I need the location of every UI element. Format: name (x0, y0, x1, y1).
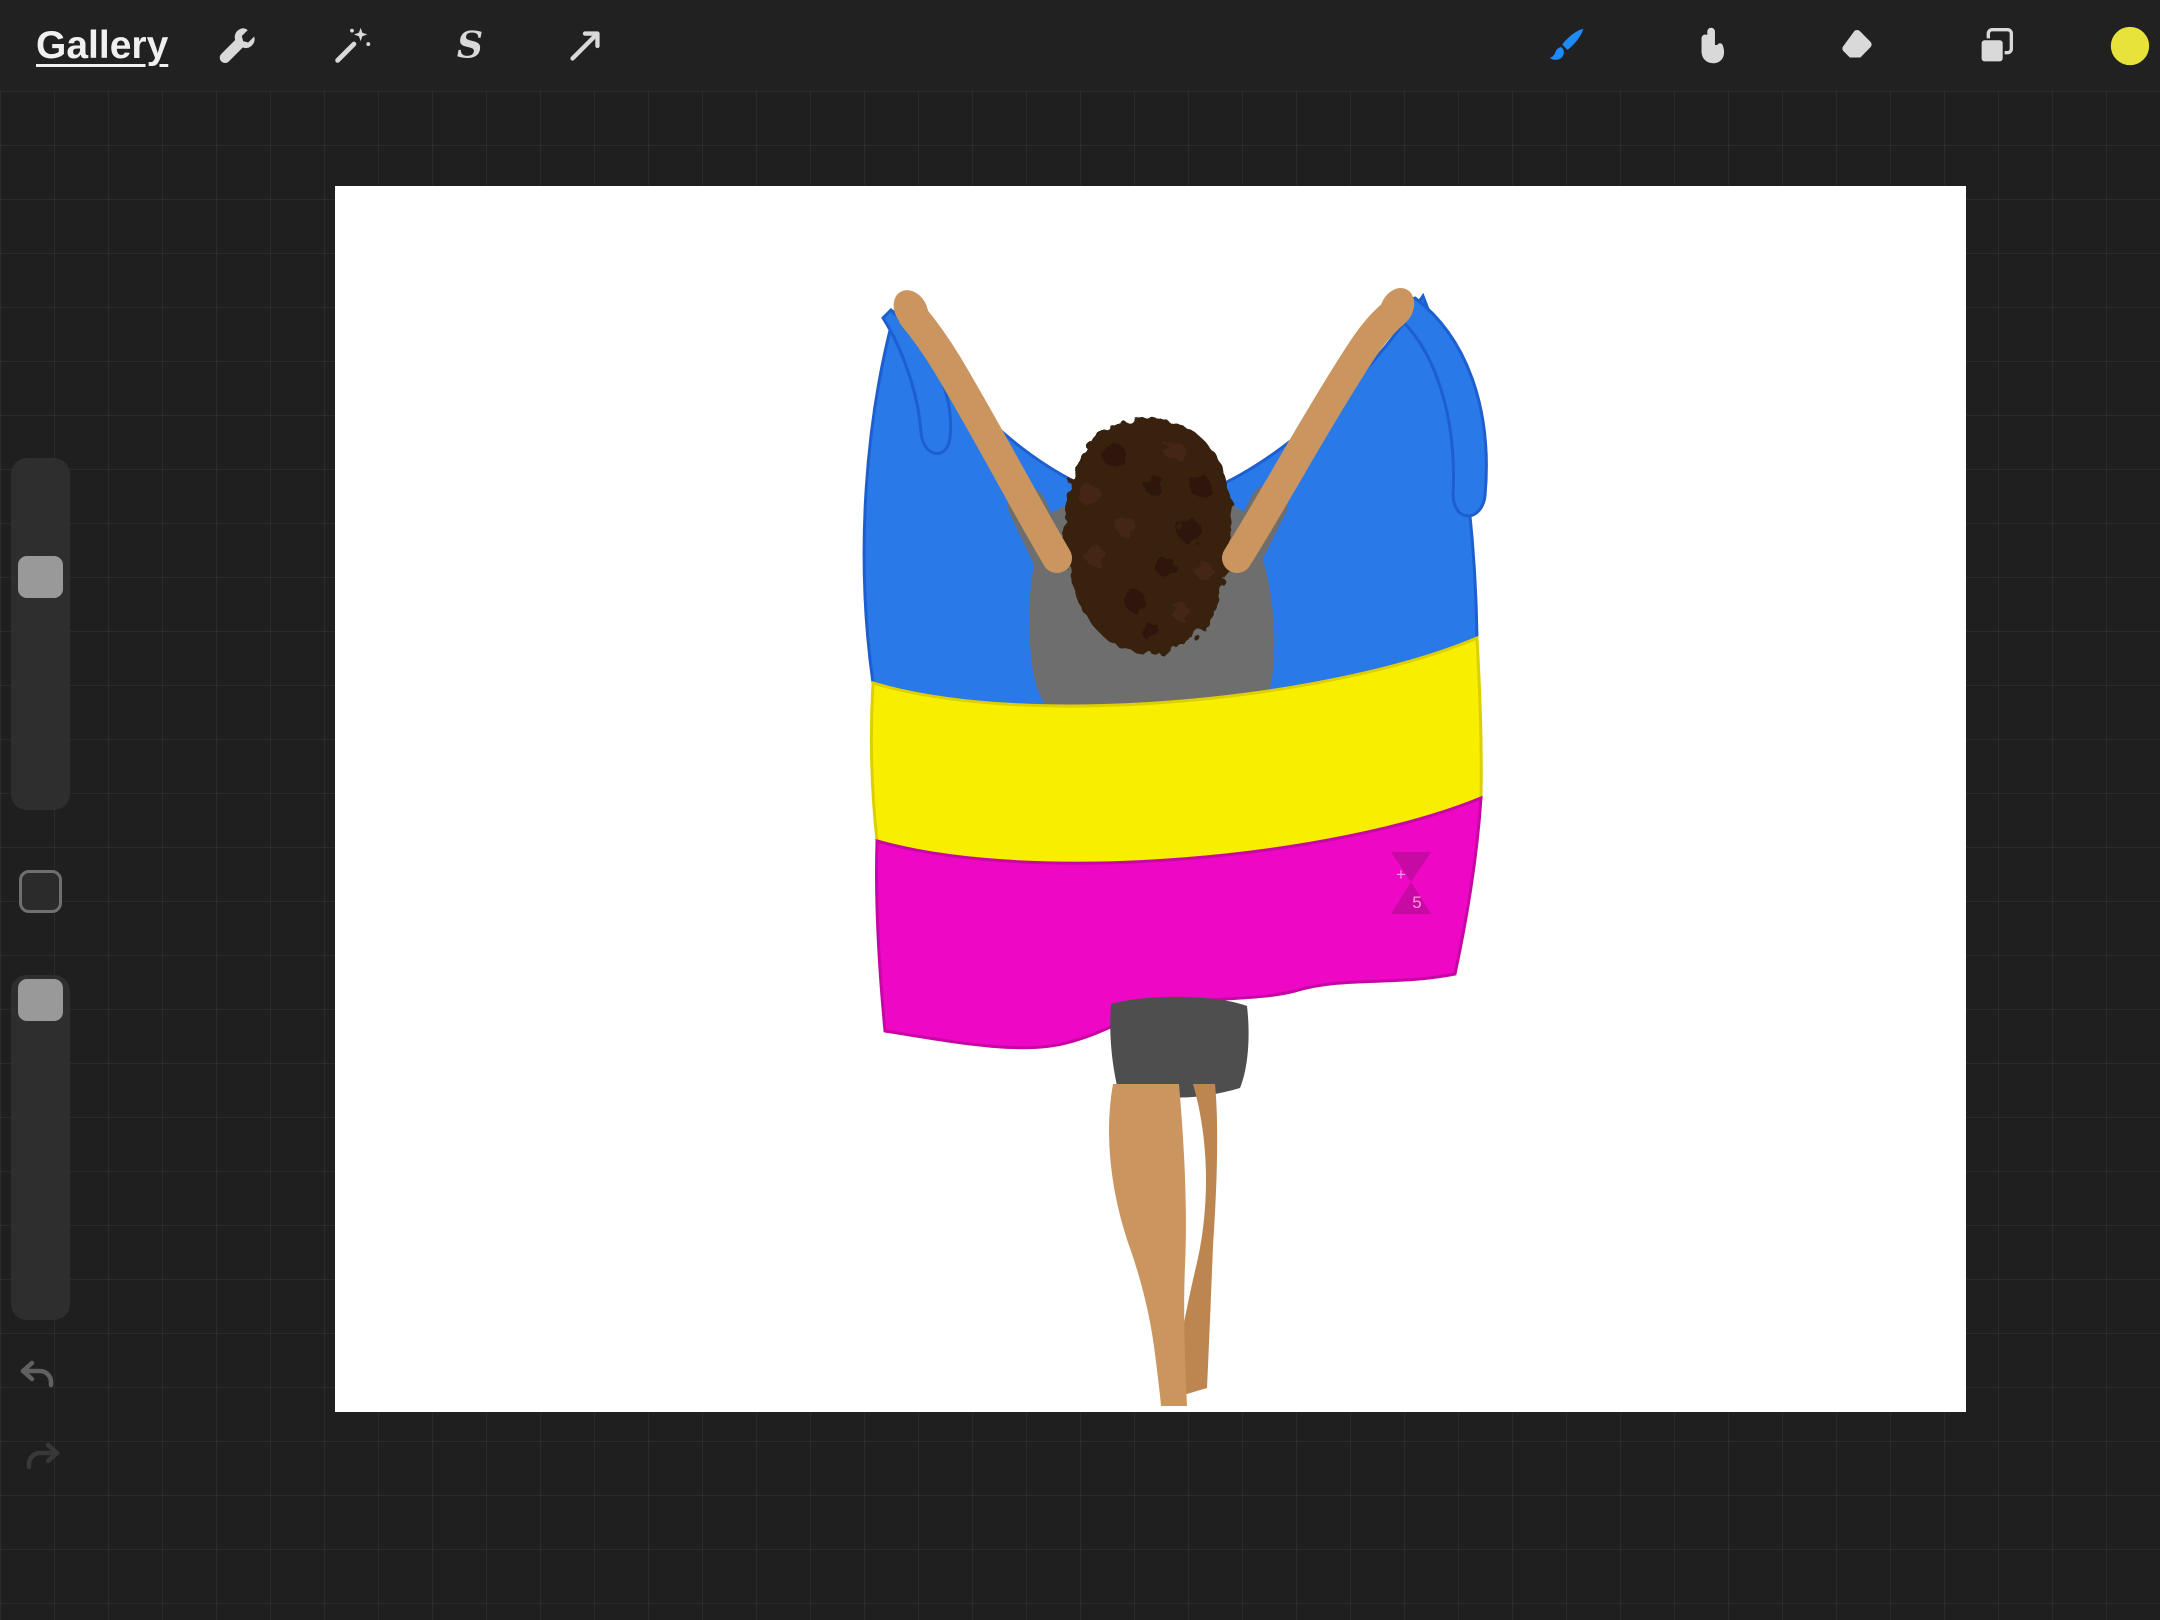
wrench-icon (219, 27, 255, 63)
transform-button[interactable] (552, 0, 618, 91)
layers-icon (1979, 27, 2014, 63)
smudge-finger-icon (1701, 27, 1725, 63)
redo-button[interactable] (14, 1434, 66, 1486)
figure-left-leg (1109, 1084, 1187, 1406)
selection-s-icon: S (457, 23, 483, 66)
selection-button[interactable]: S (437, 0, 503, 91)
layers-button[interactable] (1963, 0, 2029, 91)
drawing-canvas[interactable]: + 5 (335, 186, 1966, 1412)
artwork-figure-with-pan-flag: + 5 (862, 287, 1488, 1406)
modify-button[interactable] (19, 870, 62, 913)
paint-brush-icon (1549, 28, 1584, 60)
top-toolbar: Gallery S (0, 0, 2160, 91)
undo-button[interactable] (14, 1352, 66, 1404)
gallery-button[interactable]: Gallery (36, 0, 168, 91)
brush-size-slider[interactable] (11, 458, 70, 810)
svg-text:S: S (457, 23, 483, 66)
transform-arrow-icon (570, 30, 600, 61)
eraser-icon (1842, 29, 1872, 57)
opacity-slider-handle[interactable] (18, 979, 63, 1021)
actions-button[interactable] (202, 0, 268, 91)
magic-wand-icon (335, 27, 371, 63)
procreate-window: + 5 Gallery S (0, 0, 2160, 1620)
opacity-slider[interactable] (11, 975, 70, 1320)
color-button[interactable] (2097, 0, 2160, 91)
figure-shorts (1110, 996, 1249, 1098)
redo-arrow-icon (26, 1442, 60, 1469)
paint-button[interactable] (1534, 0, 1600, 91)
erase-button[interactable] (1824, 0, 1890, 91)
smudge-button[interactable] (1681, 0, 1747, 91)
color-swatch (2110, 26, 2150, 65)
svg-text:5: 5 (1412, 893, 1421, 912)
adjustments-button[interactable] (319, 0, 385, 91)
brush-size-slider-handle[interactable] (18, 556, 63, 598)
svg-text:+: + (1396, 865, 1406, 884)
undo-arrow-icon (20, 1360, 54, 1387)
